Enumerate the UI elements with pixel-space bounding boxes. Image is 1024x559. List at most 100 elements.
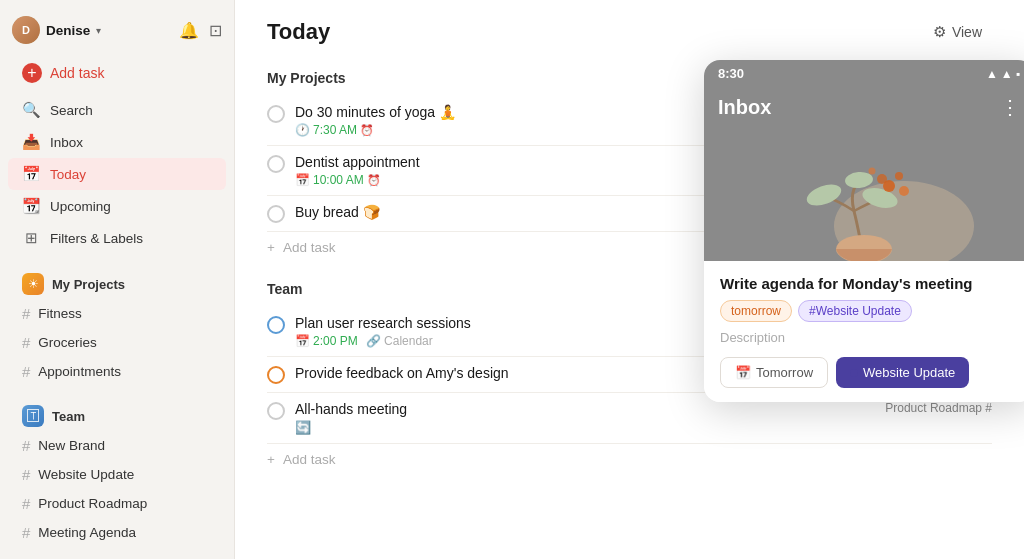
mobile-inbox-header: Inbox ⋮ (704, 87, 1024, 131)
sidebar-header: D Denise ▾ 🔔 ⊡ (0, 12, 234, 56)
mobile-action-buttons: 📅 Tomorrow Website Update (720, 357, 1018, 388)
project-label-meeting-agenda: Meeting Agenda (38, 525, 136, 540)
project-label-website-update: Website Update (38, 467, 134, 482)
page-title: Today (267, 19, 330, 45)
main-header: Today ⚙ View (235, 0, 1024, 46)
bell-icon[interactable]: 🔔 (179, 21, 199, 40)
svg-point-8 (869, 168, 876, 175)
sidebar-item-groceries[interactable]: # Groceries (8, 328, 226, 357)
sidebar-item-upcoming[interactable]: 📆 Upcoming (8, 190, 226, 222)
user-name: Denise (46, 23, 90, 38)
website-btn-label: Website Update (863, 365, 955, 380)
battery-icon: ▪ (1016, 67, 1020, 81)
mobile-signals: ▲ ▲ ▪ (986, 67, 1020, 81)
mobile-card-description: Description (720, 330, 1018, 345)
project-label-fitness: Fitness (38, 306, 82, 321)
svg-point-7 (877, 174, 887, 184)
mobile-overlay: 8:30 ▲ ▲ ▪ Inbox ⋮ (704, 60, 1024, 402)
mobile-card-title: Write agenda for Monday's meeting (720, 275, 1018, 292)
hash-fitness-icon: # (22, 305, 30, 322)
project-label-product-roadmap: Product Roadmap (38, 496, 147, 511)
task-checkbox-allhands[interactable] (267, 402, 285, 420)
calendar-icon-tomorrow-btn: 📅 (735, 365, 751, 380)
sidebar-item-website-update[interactable]: # Website Update (8, 460, 226, 489)
avatar: D (12, 16, 40, 44)
mobile-tag-tomorrow[interactable]: tomorrow (720, 300, 792, 322)
today-icon: 📅 (22, 165, 40, 183)
svg-point-1 (804, 180, 844, 209)
task-checkbox-dentist[interactable] (267, 155, 285, 173)
avatar-image: D (12, 16, 40, 44)
team-title-row: 🅃 Team (22, 405, 85, 427)
alarm-icon-dentist: ⏰ (367, 174, 381, 187)
my-projects-title-row: ☀ My Projects (22, 273, 125, 295)
task-time-yoga: 🕐 7:30 AM ⏰ (295, 123, 374, 137)
mobile-time: 8:30 (718, 66, 744, 81)
plus-icon-team: + (267, 452, 275, 467)
task-time-dentist: 📅 10:00 AM ⏰ (295, 173, 381, 187)
task-checkbox-yoga[interactable] (267, 105, 285, 123)
my-projects-icon: ☀ (22, 273, 44, 295)
sidebar-item-today[interactable]: 📅 Today (8, 158, 226, 190)
illustration-svg (704, 131, 1024, 261)
sidebar-item-fitness[interactable]: # Fitness (8, 299, 226, 328)
bookmark-icon[interactable]: ⊡ (209, 21, 222, 40)
view-button[interactable]: ⚙ View (923, 18, 992, 46)
hash-groceries-icon: # (22, 334, 30, 351)
task-checkbox-user-research[interactable] (267, 316, 285, 334)
task-checkbox-feedback[interactable] (267, 366, 285, 384)
sidebar-item-appointments[interactable]: # Appointments (8, 357, 226, 386)
add-task-my-projects-label: Add task (283, 240, 336, 255)
sidebar-item-meeting-agenda[interactable]: # Meeting Agenda (8, 518, 226, 547)
upcoming-icon: 📆 (22, 197, 40, 215)
add-task-plus-icon: + (22, 63, 42, 83)
header-icons: 🔔 ⊡ (179, 21, 222, 40)
calendar-icon-dentist: 📅 (295, 173, 310, 187)
mobile-inbox-menu-icon[interactable]: ⋮ (1000, 95, 1020, 119)
tomorrow-btn-label: Tomorrow (756, 365, 813, 380)
user-menu[interactable]: D Denise ▾ (12, 16, 101, 44)
my-projects-label: My Projects (52, 277, 125, 292)
calendar-icon-user-research: 📅 (295, 334, 310, 348)
team-section-header[interactable]: 🅃 Team (8, 397, 226, 431)
mobile-website-button[interactable]: Website Update (836, 357, 969, 388)
filter-icon: ⚙ (933, 23, 946, 41)
add-task-team-label: Add task (283, 452, 336, 467)
sidebar-item-new-brand[interactable]: # New Brand (8, 431, 226, 460)
alarm-icon-yoga: ⏰ (360, 124, 374, 137)
project-label-groceries: Groceries (38, 335, 97, 350)
project-label-appointments: Appointments (38, 364, 121, 379)
nav-label-today: Today (50, 167, 86, 182)
sidebar-item-inbox[interactable]: 📥 Inbox (8, 126, 226, 158)
add-task-button[interactable]: + Add task (8, 56, 226, 90)
plus-icon-my-projects: + (267, 240, 275, 255)
hash-website-update-icon: # (22, 466, 30, 483)
hash-product-roadmap-icon: # (22, 495, 30, 512)
sidebar-item-search[interactable]: 🔍 Search (8, 94, 226, 126)
add-task-team[interactable]: + Add task (267, 444, 992, 475)
mobile-tomorrow-button[interactable]: 📅 Tomorrow (720, 357, 828, 388)
task-checkbox-bread[interactable] (267, 205, 285, 223)
sidebar-item-product-roadmap[interactable]: # Product Roadmap (8, 489, 226, 518)
wifi-icon: ▲ (986, 67, 998, 81)
nav-label-inbox: Inbox (50, 135, 83, 150)
dot-indicator-icon (850, 369, 858, 377)
sidebar: D Denise ▾ 🔔 ⊡ + Add task 🔍 Search 📥 Inb… (0, 0, 235, 559)
hash-new-brand-icon: # (22, 437, 30, 454)
svg-point-3 (844, 171, 873, 189)
chevron-down-icon: ▾ (96, 25, 101, 36)
main-content-area: Today ⚙ View My Projects Do 30 minutes o… (235, 0, 1024, 559)
signal-icon: ▲ (1001, 67, 1013, 81)
mobile-status-bar: 8:30 ▲ ▲ ▪ (704, 60, 1024, 87)
task-meta-allhands: 🔄 (295, 420, 875, 435)
mobile-tag-website[interactable]: #Website Update (798, 300, 912, 322)
task-tag-allhands: Product Roadmap # (885, 401, 992, 415)
sidebar-item-filters[interactable]: ⊞ Filters & Labels (8, 222, 226, 254)
task-body-allhands: All-hands meeting 🔄 (295, 401, 875, 435)
view-label: View (952, 24, 982, 40)
nav-label-search: Search (50, 103, 93, 118)
clock-icon-yoga: 🕐 (295, 123, 310, 137)
inbox-icon: 📥 (22, 133, 40, 151)
hash-meeting-agenda-icon: # (22, 524, 30, 541)
my-projects-section-header[interactable]: ☀ My Projects (8, 265, 226, 299)
